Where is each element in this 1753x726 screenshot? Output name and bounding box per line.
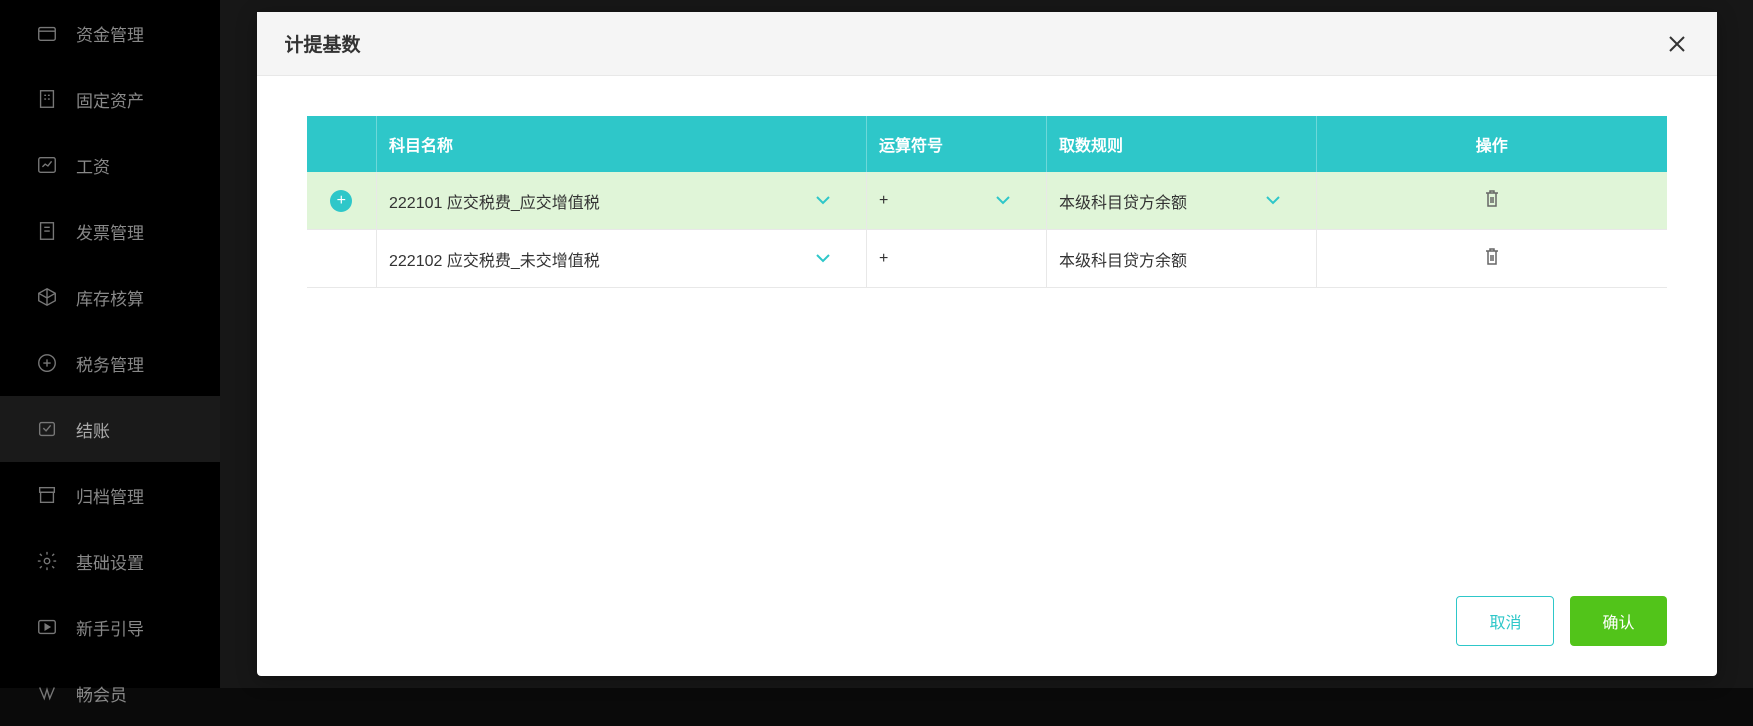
sidebar-item-invoice[interactable]: 发票管理 [0, 198, 220, 264]
sidebar-item-salary[interactable]: 工资 [0, 132, 220, 198]
rule-value: 本级科目贷方余额 [1059, 195, 1187, 212]
add-row-button[interactable]: + [330, 190, 352, 212]
cell-rule[interactable]: 本级科目贷方余额 [1047, 230, 1317, 288]
sidebar-label: 归档管理 [76, 483, 144, 508]
table-row: + 222101 应交税费_应交增值税 + [307, 172, 1667, 230]
modal-overlay: 计提基数 科目名称 运算符号 取数规则 操作 [220, 0, 1753, 688]
operator-value: + [879, 250, 888, 267]
box-icon [36, 286, 58, 308]
checkout-icon [36, 418, 58, 440]
column-header-action: 操作 [1317, 116, 1667, 172]
chevron-down-icon[interactable] [1265, 194, 1281, 208]
sidebar-item-vip[interactable]: 畅会员 [0, 660, 220, 726]
cell-action [1317, 230, 1667, 288]
sidebar-item-funds[interactable]: 资金管理 [0, 0, 220, 66]
modal-title: 计提基数 [285, 30, 361, 57]
data-table: 科目名称 运算符号 取数规则 操作 + 222101 应交税费_应交增值税 [307, 116, 1667, 288]
cell-operator[interactable]: + [867, 230, 1047, 288]
sidebar-item-inventory[interactable]: 库存核算 [0, 264, 220, 330]
play-icon [36, 616, 58, 638]
modal-body: 科目名称 运算符号 取数规则 操作 + 222101 应交税费_应交增值税 [257, 76, 1717, 576]
sidebar-label: 新手引导 [76, 615, 144, 640]
table-row: 222102 应交税费_未交增值税 + 本级科目贷方余额 [307, 230, 1667, 288]
cell-add [307, 230, 377, 288]
chevron-down-icon[interactable] [815, 252, 831, 266]
delete-button[interactable] [1483, 188, 1501, 208]
sidebar-label: 固定资产 [76, 87, 144, 112]
sidebar-item-settings[interactable]: 基础设置 [0, 528, 220, 594]
confirm-button[interactable]: 确认 [1570, 596, 1666, 646]
column-header-rule: 取数规则 [1047, 116, 1317, 172]
column-header-subject: 科目名称 [377, 116, 867, 172]
subject-value: 222101 应交税费_应交增值税 [389, 195, 600, 212]
column-header-operator: 运算符号 [867, 116, 1047, 172]
sidebar-item-guide[interactable]: 新手引导 [0, 594, 220, 660]
modal-footer: 取消 确认 [257, 576, 1717, 676]
chart-icon [36, 154, 58, 176]
column-header-add [307, 116, 377, 172]
sidebar-item-tax[interactable]: 税务管理 [0, 330, 220, 396]
close-button[interactable] [1665, 32, 1689, 56]
sidebar-label: 库存核算 [76, 285, 144, 310]
sidebar-label: 工资 [76, 153, 110, 178]
cell-subject[interactable]: 222101 应交税费_应交增值税 [377, 172, 867, 230]
tax-icon [36, 352, 58, 374]
modal-header: 计提基数 [257, 12, 1717, 76]
wallet-icon [36, 22, 58, 44]
sidebar-label: 结账 [76, 417, 110, 442]
receipt-icon [36, 220, 58, 242]
sidebar-label: 基础设置 [76, 549, 144, 574]
building-icon [36, 88, 58, 110]
subject-value: 222102 应交税费_未交增值税 [389, 253, 600, 270]
sidebar-label: 发票管理 [76, 219, 144, 244]
chevron-down-icon[interactable] [815, 194, 831, 208]
rule-value: 本级科目贷方余额 [1059, 253, 1187, 270]
modal-dialog: 计提基数 科目名称 运算符号 取数规则 操作 [257, 12, 1717, 676]
cell-subject[interactable]: 222102 应交税费_未交增值税 [377, 230, 867, 288]
sidebar-item-archive[interactable]: 归档管理 [0, 462, 220, 528]
chevron-down-icon[interactable] [995, 194, 1011, 208]
operator-value: + [879, 192, 888, 209]
sidebar-label: 税务管理 [76, 351, 144, 376]
cell-rule[interactable]: 本级科目贷方余额 [1047, 172, 1317, 230]
sidebar-item-checkout[interactable]: 结账 [0, 396, 220, 462]
sidebar-item-assets[interactable]: 固定资产 [0, 66, 220, 132]
cell-add: + [307, 172, 377, 230]
cancel-button[interactable]: 取消 [1456, 596, 1554, 646]
vip-icon [36, 682, 58, 704]
sidebar: 资金管理 固定资产 工资 发票管理 库存核算 税务管理 结账 [0, 0, 220, 688]
sidebar-label: 畅会员 [76, 681, 127, 706]
cell-action [1317, 172, 1667, 230]
sidebar-label: 资金管理 [76, 21, 144, 46]
cell-operator[interactable]: + [867, 172, 1047, 230]
gear-icon [36, 550, 58, 572]
archive-icon [36, 484, 58, 506]
delete-button[interactable] [1483, 246, 1501, 266]
